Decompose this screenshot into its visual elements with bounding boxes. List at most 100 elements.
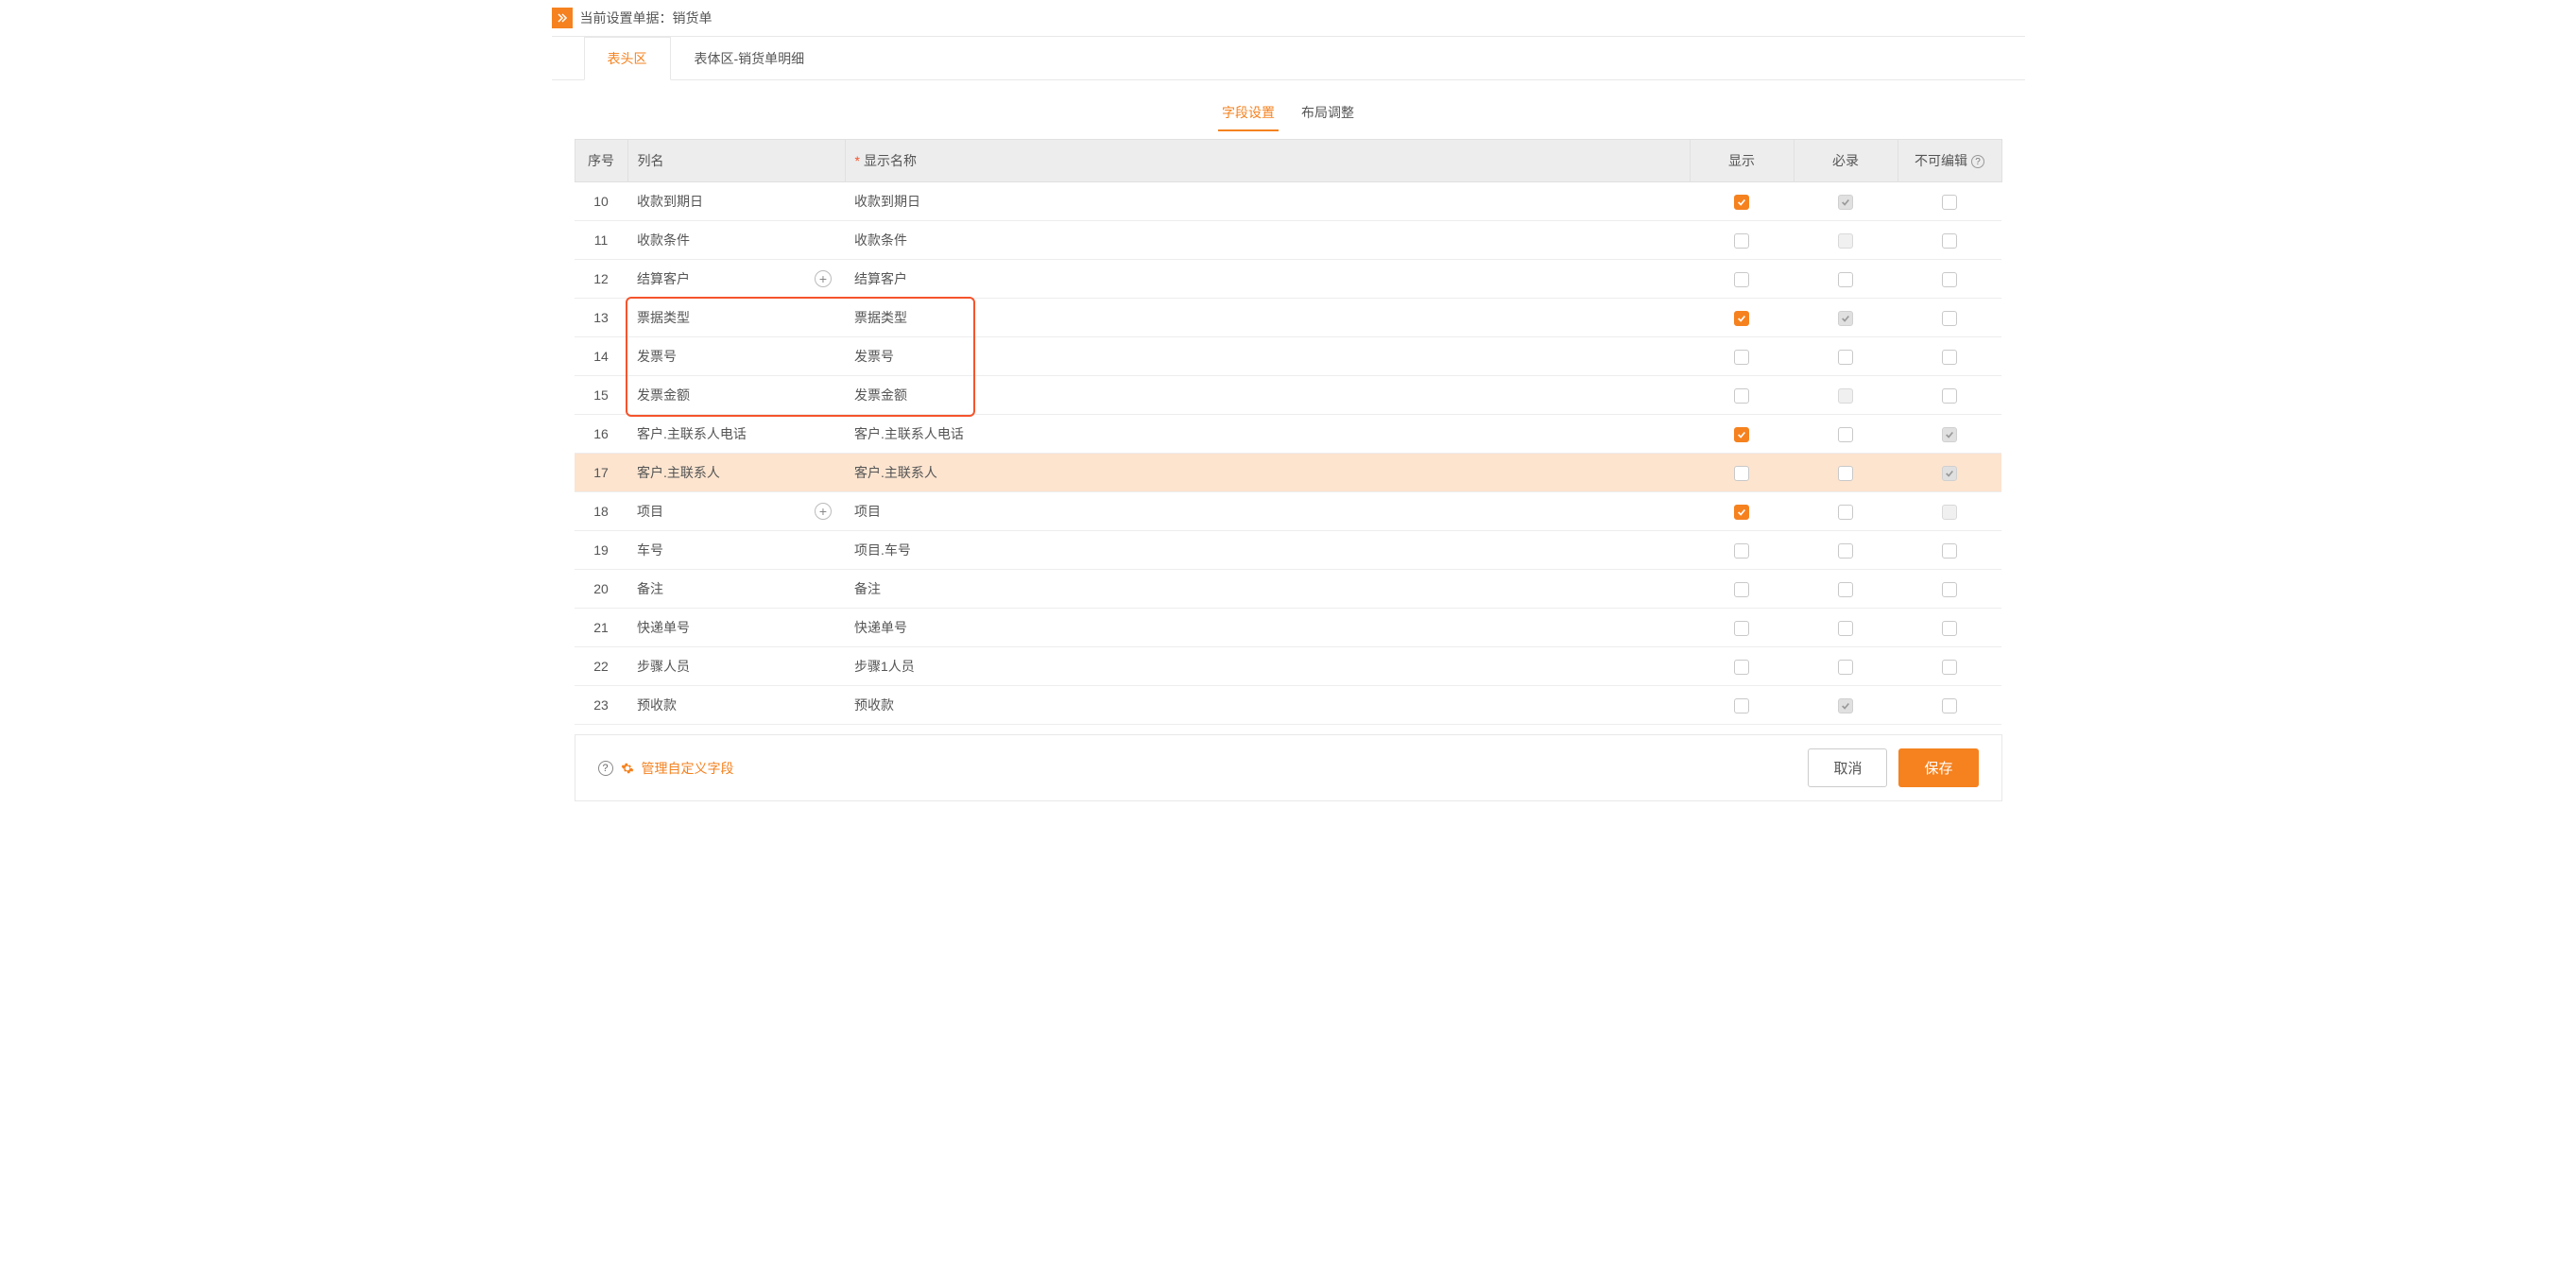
- collapse-toggle[interactable]: [552, 8, 573, 28]
- checkbox-noedit[interactable]: [1942, 195, 1957, 210]
- tab-header-area[interactable]: 表头区: [584, 37, 671, 80]
- table-row[interactable]: 14 发票号 发票号: [575, 337, 2001, 376]
- checkbox-show[interactable]: [1734, 543, 1749, 559]
- checkbox-show[interactable]: [1734, 466, 1749, 481]
- cell-display[interactable]: 项目: [845, 492, 1690, 531]
- checkbox-show[interactable]: [1734, 311, 1749, 326]
- table-row[interactable]: 10 收款到期日 收款到期日: [575, 182, 2001, 221]
- cell-required: [1794, 415, 1898, 454]
- checkbox-show[interactable]: [1734, 195, 1749, 210]
- cell-display[interactable]: 项目.车号: [845, 531, 1690, 570]
- checkbox-noedit: [1942, 505, 1957, 520]
- checkbox-noedit[interactable]: [1942, 660, 1957, 675]
- checkbox-noedit[interactable]: [1942, 582, 1957, 597]
- expand-plus-icon[interactable]: +: [815, 270, 832, 287]
- table-row[interactable]: 15 发票金额 发票金额: [575, 376, 2001, 415]
- table-row[interactable]: 21 快递单号 快递单号: [575, 609, 2001, 647]
- checkbox-required[interactable]: [1838, 427, 1853, 442]
- table-row[interactable]: 16 客户.主联系人电话 客户.主联系人电话: [575, 415, 2001, 454]
- col-header-name: 列名: [627, 140, 845, 182]
- table-row[interactable]: 17 客户.主联系人 客户.主联系人: [575, 454, 2001, 492]
- cell-display[interactable]: 收款到期日: [845, 182, 1690, 221]
- cell-display[interactable]: 快递单号: [845, 609, 1690, 647]
- checkbox-show[interactable]: [1734, 621, 1749, 636]
- cell-required: [1794, 647, 1898, 686]
- expand-plus-icon[interactable]: +: [815, 503, 832, 520]
- checkbox-required[interactable]: [1838, 543, 1853, 559]
- checkbox-noedit[interactable]: [1942, 233, 1957, 249]
- col-header-display-label: 显示名称: [864, 153, 917, 168]
- checkbox-show[interactable]: [1734, 660, 1749, 675]
- checkbox-noedit[interactable]: [1942, 621, 1957, 636]
- table-row[interactable]: 11 收款条件 收款条件: [575, 221, 2001, 260]
- cell-display[interactable]: 发票号: [845, 337, 1690, 376]
- checkbox-show[interactable]: [1734, 350, 1749, 365]
- table-row[interactable]: 22 步骤人员 步骤1人员: [575, 647, 2001, 686]
- cell-show: [1690, 260, 1794, 299]
- cell-name: 备注: [627, 570, 845, 609]
- checkbox-noedit[interactable]: [1942, 388, 1957, 404]
- checkbox-show[interactable]: [1734, 582, 1749, 597]
- cell-noedit: [1898, 609, 2001, 647]
- cancel-button[interactable]: 取消: [1808, 748, 1887, 787]
- table-row[interactable]: 12 结算客户+ 结算客户: [575, 260, 2001, 299]
- checkbox-show[interactable]: [1734, 698, 1749, 713]
- cell-noedit: [1898, 570, 2001, 609]
- cell-name: 收款到期日: [627, 182, 845, 221]
- checkbox-noedit[interactable]: [1942, 311, 1957, 326]
- cell-display[interactable]: 步骤1人员: [845, 647, 1690, 686]
- cell-show: [1690, 415, 1794, 454]
- checkbox-required[interactable]: [1838, 621, 1853, 636]
- cell-show: [1690, 570, 1794, 609]
- checkbox-noedit[interactable]: [1942, 350, 1957, 365]
- cell-display[interactable]: 客户.主联系人电话: [845, 415, 1690, 454]
- checkbox-required[interactable]: [1838, 350, 1853, 365]
- tab-body-area[interactable]: 表体区-销货单明细: [671, 37, 829, 80]
- checkbox-show[interactable]: [1734, 272, 1749, 287]
- cell-show: [1690, 454, 1794, 492]
- subtab-field-settings[interactable]: 字段设置: [1218, 95, 1279, 131]
- save-button[interactable]: 保存: [1898, 748, 1978, 787]
- checkbox-noedit[interactable]: [1942, 543, 1957, 559]
- cell-show: [1690, 182, 1794, 221]
- cell-required: [1794, 221, 1898, 260]
- checkbox-required[interactable]: [1838, 660, 1853, 675]
- cell-required: [1794, 531, 1898, 570]
- checkbox-show[interactable]: [1734, 505, 1749, 520]
- question-icon[interactable]: ?: [598, 761, 613, 776]
- table-row[interactable]: 20 备注 备注: [575, 570, 2001, 609]
- cell-display[interactable]: 结算客户: [845, 260, 1690, 299]
- cell-seq: 10: [575, 182, 627, 221]
- footer-bar: ? 管理自定义字段 取消 保存: [575, 734, 2002, 801]
- checkbox-show[interactable]: [1734, 427, 1749, 442]
- checkbox-required[interactable]: [1838, 505, 1853, 520]
- table-row[interactable]: 13 票据类型 票据类型: [575, 299, 2001, 337]
- cell-show: [1690, 376, 1794, 415]
- checkbox-required[interactable]: [1838, 272, 1853, 287]
- cell-display[interactable]: 票据类型: [845, 299, 1690, 337]
- help-icon[interactable]: ?: [1971, 155, 1984, 168]
- checkbox-noedit[interactable]: [1942, 272, 1957, 287]
- checkbox-noedit[interactable]: [1942, 698, 1957, 713]
- cell-display[interactable]: 备注: [845, 570, 1690, 609]
- chevron-right-double-icon: [557, 12, 568, 24]
- cell-display[interactable]: 发票金额: [845, 376, 1690, 415]
- cell-name: 收款条件: [627, 221, 845, 260]
- cell-display[interactable]: 预收款: [845, 686, 1690, 725]
- cell-display[interactable]: 客户.主联系人: [845, 454, 1690, 492]
- table-row[interactable]: 23 预收款 预收款: [575, 686, 2001, 725]
- manage-custom-fields-link[interactable]: 管理自定义字段: [642, 759, 734, 778]
- checkbox-noedit: [1942, 466, 1957, 481]
- cell-display[interactable]: 收款条件: [845, 221, 1690, 260]
- table-row[interactable]: 19 车号 项目.车号: [575, 531, 2001, 570]
- subtab-layout-adjust[interactable]: 布局调整: [1297, 95, 1358, 131]
- cell-required: [1794, 299, 1898, 337]
- cell-name: 车号: [627, 531, 845, 570]
- checkbox-show[interactable]: [1734, 233, 1749, 249]
- checkbox-required[interactable]: [1838, 582, 1853, 597]
- cell-seq: 11: [575, 221, 627, 260]
- table-row[interactable]: 18 项目+ 项目: [575, 492, 2001, 531]
- cell-name: 步骤人员: [627, 647, 845, 686]
- checkbox-show[interactable]: [1734, 388, 1749, 404]
- checkbox-required[interactable]: [1838, 466, 1853, 481]
